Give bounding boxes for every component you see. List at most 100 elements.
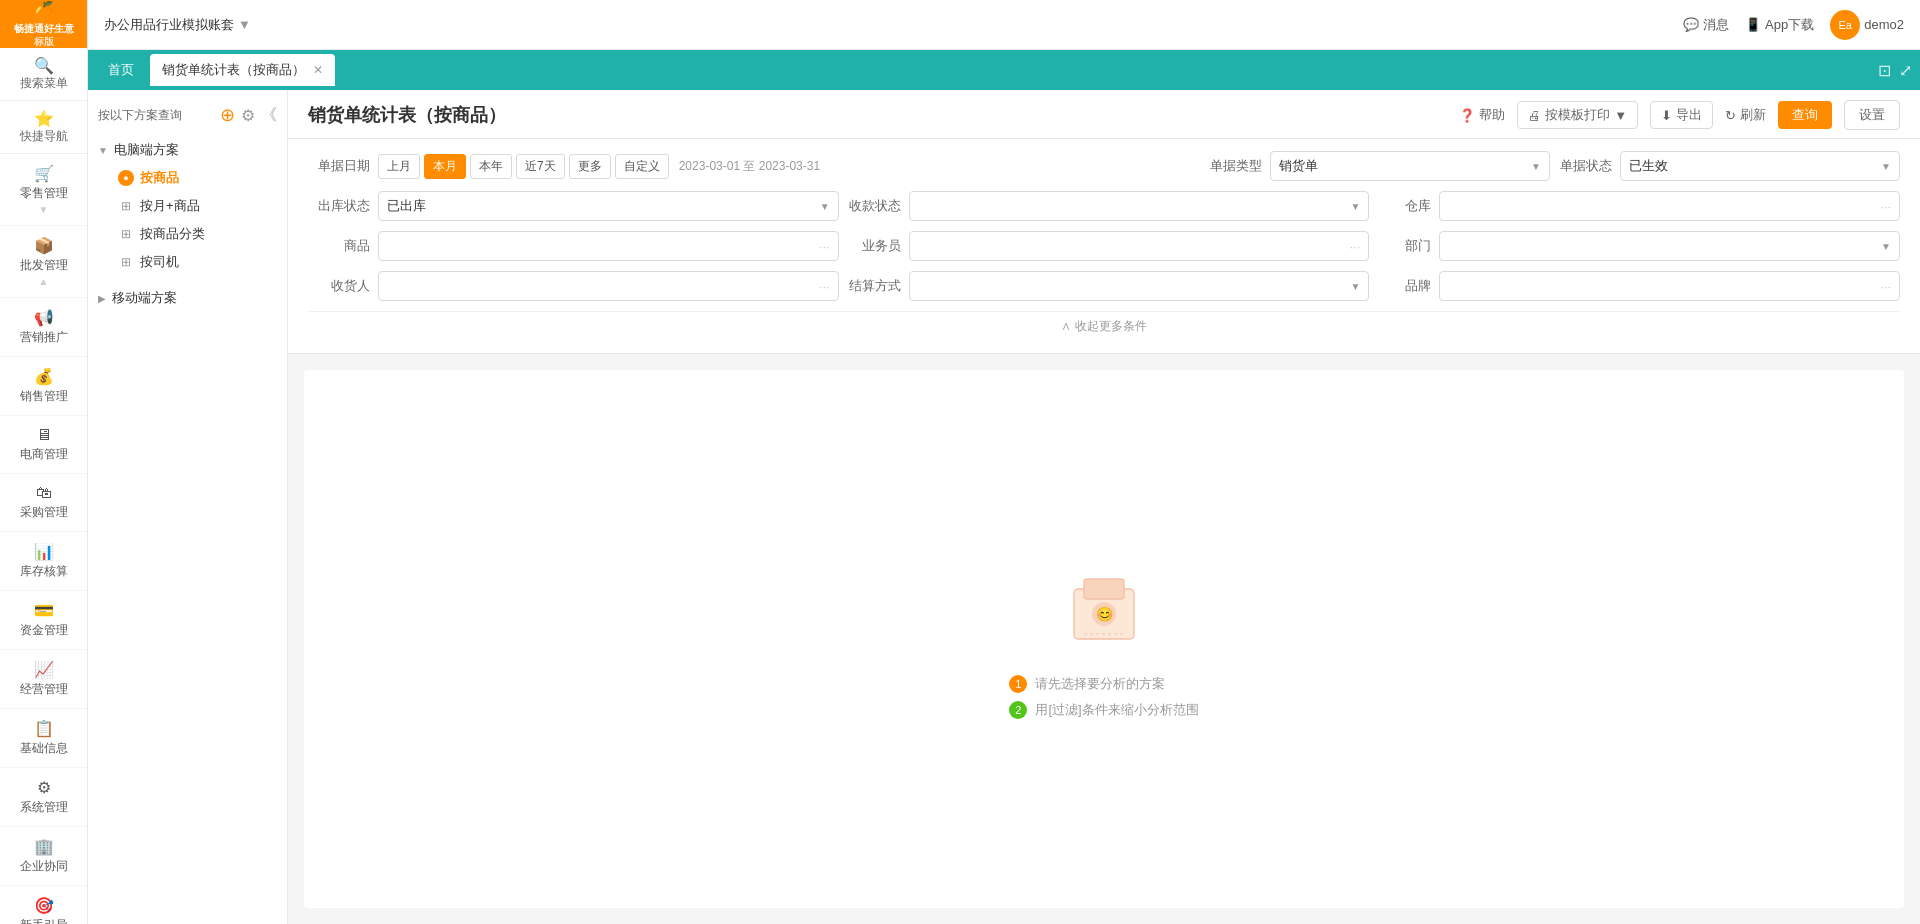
date-btn-more[interactable]: 更多	[569, 154, 611, 179]
receiver-filter-input[interactable]: ···	[378, 271, 839, 301]
by-month-icon: ⊞	[118, 198, 134, 214]
tree-child-by-month-product[interactable]: ⊞ 按月+商品	[88, 192, 287, 220]
tree-child-by-category[interactable]: ⊞ 按商品分类	[88, 220, 287, 248]
tree-parent-mobile[interactable]: ▶ 移动端方案	[88, 284, 287, 312]
collapse-filter-btn[interactable]: ∧ 收起更多条件	[308, 311, 1900, 341]
tab-sales-stats[interactable]: 销货单统计表（按商品） ✕	[150, 54, 335, 86]
settings-scheme-icon[interactable]: ⚙	[241, 106, 255, 125]
staff-filter-label: 业务员	[839, 237, 909, 255]
tree-parent-desktop[interactable]: ▼ 电脑端方案	[88, 136, 287, 164]
outbound-value: 已出库	[387, 197, 426, 215]
sidebar-item-ops[interactable]: 📈 经营管理	[0, 650, 87, 709]
print-btn[interactable]: 🖨 按模板打印 ▼	[1517, 101, 1638, 129]
export-btn[interactable]: ⬇ 导出	[1650, 101, 1713, 129]
help-btn[interactable]: ❓ 帮助	[1459, 106, 1505, 124]
refresh-btn[interactable]: ↻ 刷新	[1725, 106, 1766, 124]
outbound-filter-select[interactable]: 已出库 ▼	[378, 191, 839, 221]
empty-illustration: 😊	[1054, 559, 1154, 659]
payment-method-filter-select[interactable]: ▼	[909, 271, 1370, 301]
sidebar-item-enterprise[interactable]: 🏢 企业协同	[0, 827, 87, 886]
refresh-icon: ↻	[1725, 108, 1736, 123]
sidebar-item-sales[interactable]: 💰 销售管理	[0, 357, 87, 416]
tab-bar: 首页 销货单统计表（按商品） ✕ ⊡ ⤢	[88, 50, 1920, 90]
sidebar-item-marketing[interactable]: 📢 营销推广	[0, 298, 87, 357]
warehouse-filter-input[interactable]: ···	[1439, 191, 1900, 221]
empty-state: 😊 1 请先选择要分析的方案 2 用[过滤]条件来缩小分析范围	[304, 370, 1904, 908]
empty-tip-1: 1 请先选择要分析的方案	[1009, 675, 1198, 693]
export-label: 导出	[1676, 106, 1702, 124]
dept-chevron-icon: ▼	[1881, 241, 1891, 252]
svg-text:😊: 😊	[1096, 606, 1114, 623]
user-profile[interactable]: Ea demo2	[1830, 10, 1904, 40]
by-category-icon: ⊞	[118, 226, 134, 242]
brand-filter-input[interactable]: ···	[1439, 271, 1900, 301]
filter-row-4: 收货人 ··· 结算方式 ▼ 品牌 ···	[308, 271, 1900, 301]
purchase-icon: 🛍	[36, 484, 52, 502]
app-download-btn[interactable]: 📱 App下载	[1745, 16, 1814, 34]
date-btn-last-7[interactable]: 近7天	[516, 154, 565, 179]
dept-filter-select[interactable]: ▼	[1439, 231, 1900, 261]
status-filter-select[interactable]: 已生效 ▼	[1620, 151, 1900, 181]
tip-num-1: 1	[1009, 675, 1027, 693]
tab-expand-icon[interactable]: ⤢	[1899, 61, 1912, 80]
sidebar-item-newbie[interactable]: 🎯 新手引导	[0, 886, 87, 924]
settings-button[interactable]: 设置	[1844, 100, 1900, 130]
tree-section-mobile: ▶ 移动端方案	[88, 280, 287, 316]
help-label: 帮助	[1479, 106, 1505, 124]
staff-filter-input[interactable]: ···	[909, 231, 1370, 261]
message-btn[interactable]: 💬 消息	[1683, 16, 1729, 34]
wholesale-arrow-icon: ▲	[39, 276, 49, 287]
sidebar-item-base[interactable]: 📋 基础信息	[0, 709, 87, 768]
goods-filter-label: 商品	[308, 237, 378, 255]
by-product-icon: ●	[118, 170, 134, 186]
sidebar-item-inventory[interactable]: 📊 库存核算	[0, 532, 87, 591]
payment-status-filter-label: 收款状态	[839, 197, 909, 215]
user-label: demo2	[1864, 17, 1904, 32]
finance-icon: 💳	[34, 601, 54, 620]
app-download-label: App下载	[1765, 16, 1814, 34]
sidebar-item-system[interactable]: ⚙ 系统管理	[0, 768, 87, 827]
tree-child-by-product[interactable]: ● 按商品	[88, 164, 287, 192]
tree-section-desktop: ▼ 电脑端方案 ● 按商品 ⊞ 按月+商品 ⊞ 按商品分类 ⊞ 按司机	[88, 132, 287, 280]
date-btn-last-month[interactable]: 上月	[378, 154, 420, 179]
marketing-icon: 📢	[34, 308, 54, 327]
mobile-expand-icon: ▶	[98, 293, 106, 304]
payment-status-filter-select[interactable]: ▼	[909, 191, 1370, 221]
tree-child-by-machine[interactable]: ⊞ 按司机	[88, 248, 287, 276]
payment-method-chevron-icon: ▼	[1350, 281, 1360, 292]
retail-icon: 🛒	[34, 164, 54, 183]
left-panel-title: 按以下方案查询	[98, 107, 182, 124]
date-range-display: 2023-03-01 至 2023-03-31	[679, 158, 820, 175]
status-chevron-icon: ▼	[1881, 161, 1891, 172]
tab-home[interactable]: 首页	[96, 54, 146, 86]
date-btn-custom[interactable]: 自定义	[615, 154, 669, 179]
sidebar-item-ecommerce[interactable]: 🖥 电商管理	[0, 416, 87, 474]
app-logo: 🍊 畅捷通好生意 标版	[0, 0, 87, 48]
empty-tips: 1 请先选择要分析的方案 2 用[过滤]条件来缩小分析范围	[1009, 675, 1198, 719]
sales-icon: 💰	[34, 367, 54, 386]
by-machine-label: 按司机	[140, 253, 179, 271]
mobile-label: 移动端方案	[112, 289, 177, 307]
date-btn-this-month[interactable]: 本月	[424, 154, 466, 179]
filter-area: 单据日期 上月 本月 本年 近7天 更多 自定义 2023-03-01 至 20…	[288, 139, 1920, 354]
tab-close-icon[interactable]: ✕	[313, 63, 323, 77]
retail-arrow-icon: ▼	[39, 204, 49, 215]
date-btn-this-year[interactable]: 本年	[470, 154, 512, 179]
user-avatar: Ea	[1830, 10, 1860, 40]
sidebar-item-purchase[interactable]: 🛍 采购管理	[0, 474, 87, 532]
tab-minimize-icon[interactable]: ⊡	[1878, 61, 1891, 80]
type-filter-select[interactable]: 销货单 ▼	[1270, 151, 1550, 181]
sidebar-item-wholesale[interactable]: 📦 批发管理 ▲	[0, 226, 87, 298]
add-scheme-icon[interactable]: ⊕	[220, 104, 235, 126]
tip-num-2: 2	[1009, 701, 1027, 719]
sidebar-item-retail[interactable]: 🛒 零售管理 ▼	[0, 154, 87, 226]
sidebar-item-finance[interactable]: 💳 资金管理	[0, 591, 87, 650]
query-button[interactable]: 查询	[1778, 101, 1832, 129]
tip-2-label: 用[过滤]条件来缩小分析范围	[1035, 701, 1198, 719]
goods-dots: ···	[819, 239, 830, 254]
goods-filter-input[interactable]: ···	[378, 231, 839, 261]
sidebar-search[interactable]: 🔍 搜索菜单	[0, 48, 87, 101]
sidebar-quick-nav[interactable]: ⭐ 快捷导航	[0, 101, 87, 154]
collapse-panel-icon[interactable]: 《	[261, 105, 277, 126]
workspace-selector[interactable]: 办公用品行业模拟账套 ▼	[104, 16, 251, 34]
